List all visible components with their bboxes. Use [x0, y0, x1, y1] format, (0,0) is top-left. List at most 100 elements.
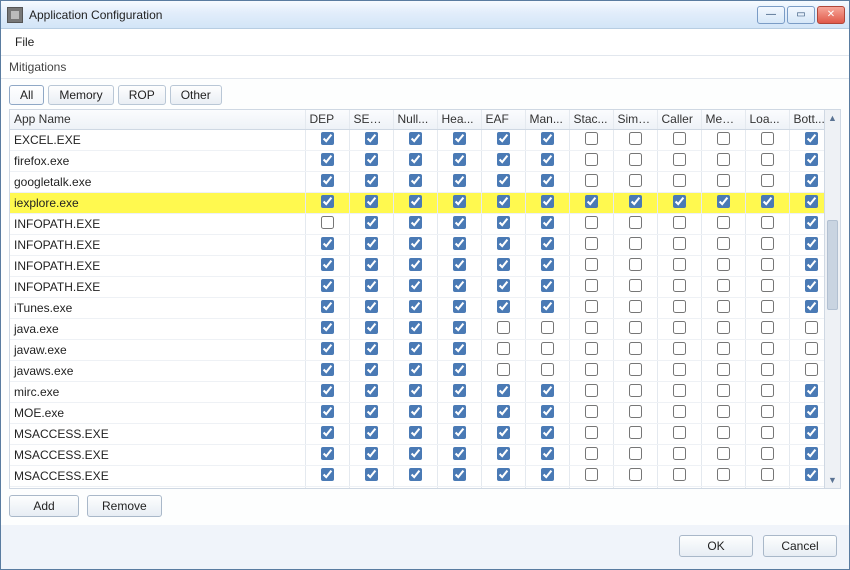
checkbox-dep[interactable] [321, 174, 334, 187]
checkbox-man[interactable] [541, 342, 554, 355]
checkbox-hea[interactable] [453, 132, 466, 145]
checkbox-sime[interactable] [629, 405, 642, 418]
checkbox-dep[interactable] [321, 426, 334, 439]
checkbox-bott[interactable] [805, 258, 818, 271]
menu-file[interactable]: File [9, 33, 40, 51]
tab-other[interactable]: Other [170, 85, 222, 105]
checkbox-null[interactable] [409, 174, 422, 187]
checkbox-hea[interactable] [453, 258, 466, 271]
checkbox-loa[interactable] [761, 321, 774, 334]
checkbox-stac[interactable] [585, 426, 598, 439]
checkbox-loa[interactable] [761, 132, 774, 145]
checkbox-null[interactable] [409, 132, 422, 145]
checkbox-sime[interactable] [629, 132, 642, 145]
table-row[interactable]: MSACCESS.EXE [10, 423, 824, 444]
checkbox-stac[interactable] [585, 195, 598, 208]
checkbox-mem[interactable] [717, 258, 730, 271]
checkbox-hea[interactable] [453, 405, 466, 418]
checkbox-caller[interactable] [673, 321, 686, 334]
checkbox-sime[interactable] [629, 363, 642, 376]
col-null[interactable]: Null... [393, 110, 437, 129]
checkbox-sehop[interactable] [365, 195, 378, 208]
checkbox-null[interactable] [409, 405, 422, 418]
checkbox-bott[interactable] [805, 153, 818, 166]
checkbox-caller[interactable] [673, 447, 686, 460]
checkbox-loa[interactable] [761, 468, 774, 481]
checkbox-stac[interactable] [585, 468, 598, 481]
col-hea[interactable]: Hea... [437, 110, 481, 129]
checkbox-sime[interactable] [629, 237, 642, 250]
checkbox-dep[interactable] [321, 153, 334, 166]
checkbox-eaf[interactable] [497, 384, 510, 397]
checkbox-sime[interactable] [629, 321, 642, 334]
checkbox-eaf[interactable] [497, 132, 510, 145]
checkbox-eaf[interactable] [497, 447, 510, 460]
checkbox-loa[interactable] [761, 279, 774, 292]
checkbox-bott[interactable] [805, 132, 818, 145]
checkbox-caller[interactable] [673, 258, 686, 271]
checkbox-sime[interactable] [629, 447, 642, 460]
checkbox-bott[interactable] [805, 279, 818, 292]
checkbox-stac[interactable] [585, 237, 598, 250]
table-row[interactable]: javaws.exe [10, 360, 824, 381]
checkbox-mem[interactable] [717, 363, 730, 376]
checkbox-man[interactable] [541, 216, 554, 229]
checkbox-eaf[interactable] [497, 342, 510, 355]
checkbox-stac[interactable] [585, 321, 598, 334]
table-row[interactable]: INFOPATH.EXE [10, 234, 824, 255]
checkbox-loa[interactable] [761, 195, 774, 208]
checkbox-hea[interactable] [453, 468, 466, 481]
checkbox-eaf[interactable] [497, 468, 510, 481]
vertical-scrollbar[interactable]: ▲ ▼ [824, 110, 840, 488]
checkbox-hea[interactable] [453, 426, 466, 439]
checkbox-hea[interactable] [453, 321, 466, 334]
checkbox-caller[interactable] [673, 405, 686, 418]
checkbox-dep[interactable] [321, 363, 334, 376]
checkbox-loa[interactable] [761, 384, 774, 397]
checkbox-caller[interactable] [673, 384, 686, 397]
checkbox-bott[interactable] [805, 384, 818, 397]
checkbox-stac[interactable] [585, 279, 598, 292]
checkbox-eaf[interactable] [497, 258, 510, 271]
checkbox-eaf[interactable] [497, 174, 510, 187]
checkbox-eaf[interactable] [497, 216, 510, 229]
checkbox-stac[interactable] [585, 342, 598, 355]
checkbox-sehop[interactable] [365, 258, 378, 271]
checkbox-dep[interactable] [321, 321, 334, 334]
checkbox-mem[interactable] [717, 174, 730, 187]
checkbox-man[interactable] [541, 132, 554, 145]
checkbox-dep[interactable] [321, 384, 334, 397]
checkbox-bott[interactable] [805, 195, 818, 208]
checkbox-hea[interactable] [453, 195, 466, 208]
checkbox-sime[interactable] [629, 300, 642, 313]
tab-memory[interactable]: Memory [48, 85, 113, 105]
table-row[interactable]: googletalk.exe [10, 171, 824, 192]
table-row[interactable]: firefox.exe [10, 150, 824, 171]
checkbox-dep[interactable] [321, 279, 334, 292]
table-row[interactable]: java.exe [10, 318, 824, 339]
checkbox-eaf[interactable] [497, 405, 510, 418]
table-row[interactable]: javaw.exe [10, 339, 824, 360]
table-row[interactable]: MSACCESS.EXE [10, 444, 824, 465]
checkbox-mem[interactable] [717, 300, 730, 313]
checkbox-null[interactable] [409, 153, 422, 166]
col-man[interactable]: Man... [525, 110, 569, 129]
maximize-button[interactable]: ▭ [787, 6, 815, 24]
checkbox-eaf[interactable] [497, 279, 510, 292]
checkbox-stac[interactable] [585, 363, 598, 376]
col-loa[interactable]: Loa... [745, 110, 789, 129]
checkbox-null[interactable] [409, 384, 422, 397]
checkbox-sime[interactable] [629, 153, 642, 166]
checkbox-null[interactable] [409, 237, 422, 250]
checkbox-bott[interactable] [805, 300, 818, 313]
checkbox-loa[interactable] [761, 426, 774, 439]
col-caller[interactable]: Caller [657, 110, 701, 129]
checkbox-dep[interactable] [321, 468, 334, 481]
checkbox-eaf[interactable] [497, 321, 510, 334]
checkbox-dep[interactable] [321, 258, 334, 271]
checkbox-mem[interactable] [717, 321, 730, 334]
checkbox-sime[interactable] [629, 342, 642, 355]
checkbox-hea[interactable] [453, 342, 466, 355]
checkbox-sime[interactable] [629, 258, 642, 271]
table-row[interactable]: INFOPATH.EXE [10, 276, 824, 297]
